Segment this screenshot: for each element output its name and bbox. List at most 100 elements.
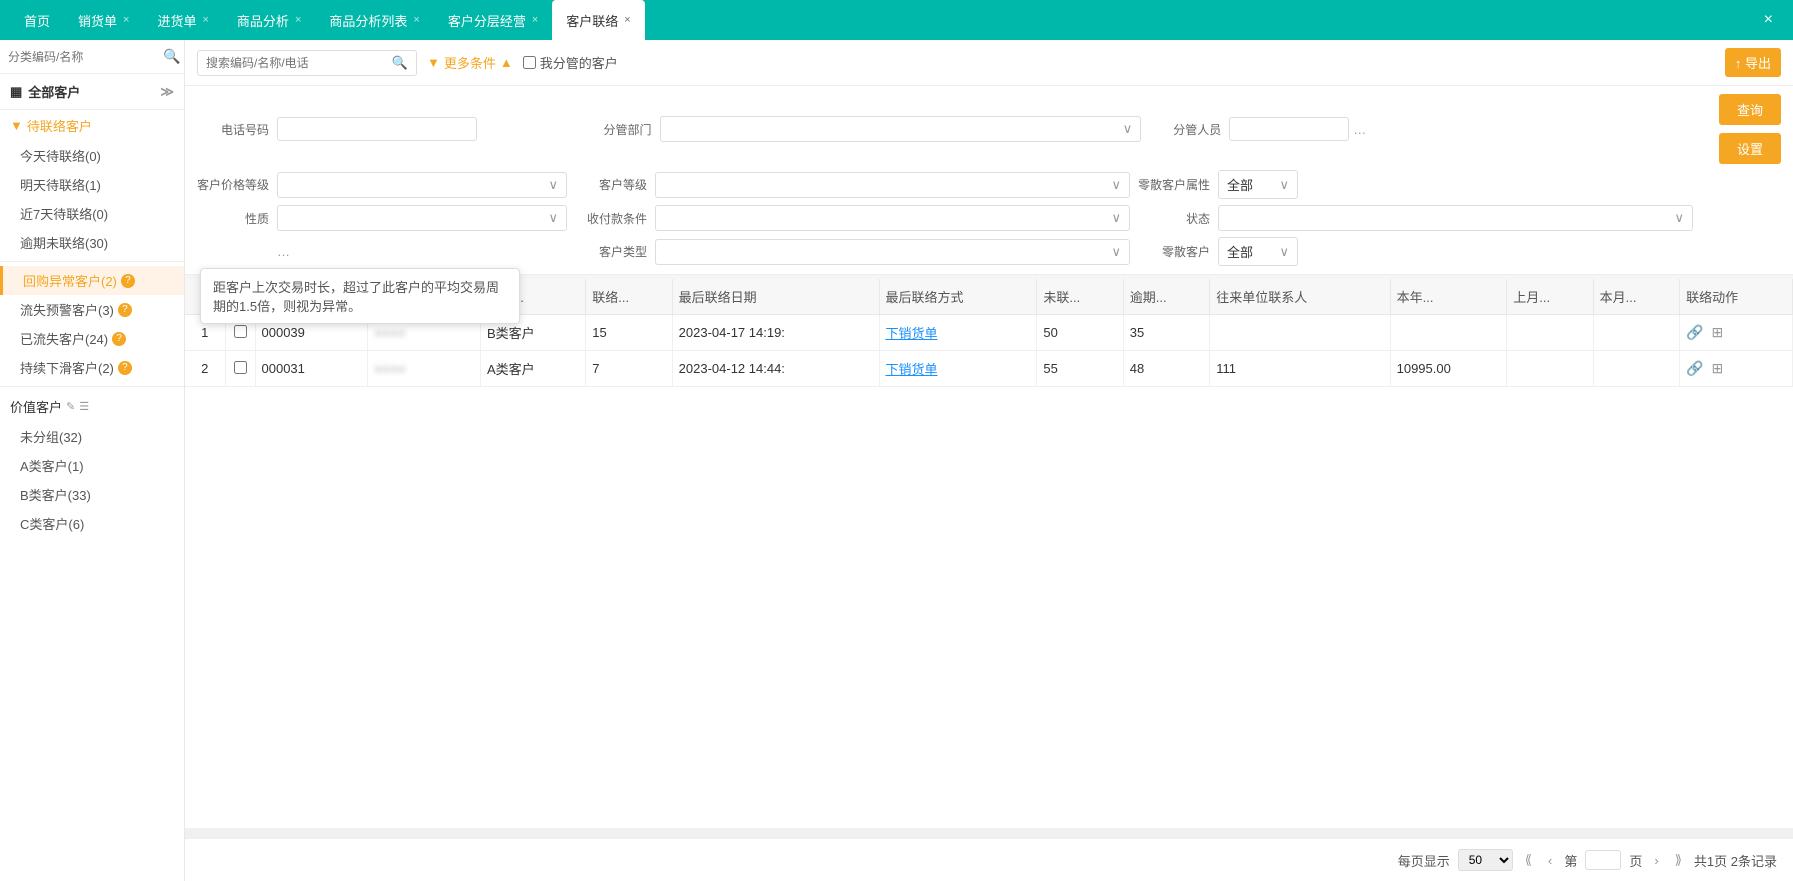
- col-header-last-month: 上月...: [1507, 279, 1593, 315]
- sidebar-item-ungrouped[interactable]: 未分组(32): [0, 422, 184, 451]
- dots-button[interactable]: …: [277, 244, 290, 259]
- tab-product-analysis[interactable]: 商品分析 ×: [223, 0, 315, 40]
- tab-customer-layered[interactable]: 客户分层经营 ×: [434, 0, 552, 40]
- pagination-footer: 每页显示 50 100 200 ⟪ ‹ 第 1 页 › ⟫ 共1页 2条记录: [185, 838, 1793, 881]
- sidebar-item-overdue-uncontacted[interactable]: 逾期未联络(30): [0, 228, 184, 257]
- prev-page-button[interactable]: ‹: [1544, 851, 1556, 870]
- col-header-last-method: 最后联络方式: [879, 279, 1037, 315]
- customer-type-select[interactable]: ∨: [655, 239, 1130, 265]
- sidebar-search-bar: 🔍: [0, 40, 184, 74]
- sidebar-item-churned[interactable]: 已流失客户(24) ?: [0, 324, 184, 353]
- last-page-button[interactable]: ⟫: [1671, 850, 1686, 870]
- row2-last-method[interactable]: 下销货单: [879, 351, 1037, 387]
- customer-grade-field: 客户等级 ∨: [575, 172, 1130, 198]
- dept-select[interactable]: ∨: [660, 116, 1142, 142]
- sidebar-item-a-class[interactable]: A类客户(1): [0, 451, 184, 480]
- page-size-select[interactable]: 50 100 200: [1458, 849, 1513, 871]
- row1-last-method[interactable]: 下销货单: [879, 315, 1037, 351]
- list-icon[interactable]: ☰: [79, 400, 89, 413]
- query-button[interactable]: 查询: [1719, 94, 1781, 125]
- grid-icon: ▦: [10, 84, 22, 100]
- row1-checkbox[interactable]: [234, 325, 247, 338]
- tab-home[interactable]: 首页: [10, 0, 64, 40]
- row2-uncontacted: 55: [1037, 351, 1123, 387]
- phone-input[interactable]: [277, 117, 477, 141]
- gender-select[interactable]: ∨: [277, 205, 567, 231]
- retail-customer-select[interactable]: 全部 ∨: [1218, 237, 1298, 266]
- tab-close-sales[interactable]: ×: [123, 14, 129, 26]
- person-dots-button[interactable]: …: [1353, 122, 1366, 137]
- data-table-wrapper: ⚙ 客户编码 客户名称 客户...: [185, 279, 1793, 828]
- tab-close-purchase[interactable]: ×: [202, 14, 208, 26]
- info-icon-repurchase[interactable]: ?: [121, 274, 135, 288]
- sidebar-pending-group[interactable]: ▼ 待联络客户: [0, 110, 184, 141]
- tab-purchase-order[interactable]: 进货单 ×: [143, 0, 222, 40]
- window-close-button[interactable]: ×: [1754, 11, 1783, 29]
- sidebar-item-b-class[interactable]: B类客户(33): [0, 480, 184, 509]
- search-input[interactable]: [206, 56, 386, 70]
- customer-grade-select[interactable]: ∨: [655, 172, 1130, 198]
- payment-select[interactable]: ∨: [655, 205, 1130, 231]
- gender-field: 性质 ∨: [197, 205, 567, 231]
- sidebar-item-today-pending[interactable]: 今天待联络(0): [0, 141, 184, 170]
- sidebar-value-group[interactable]: 价值客户 ✎ ☰: [0, 391, 184, 422]
- row2-overdue: 48: [1123, 351, 1209, 387]
- tab-close-product-analysis[interactable]: ×: [295, 14, 301, 26]
- set-button[interactable]: 设置: [1719, 133, 1781, 164]
- row2-idx: 2: [185, 351, 225, 387]
- person-input[interactable]: [1229, 117, 1349, 141]
- chevron-down-icon8: ∨: [1111, 244, 1121, 260]
- person-field: 分管人员 …: [1149, 117, 1711, 141]
- row1-link-icon[interactable]: 🔗: [1686, 324, 1703, 341]
- tab-close-product-list[interactable]: ×: [413, 14, 419, 26]
- row2-last-month: [1507, 351, 1593, 387]
- row2-category: A类客户: [481, 351, 586, 387]
- sidebar-item-churn-warning[interactable]: 流失预警客户(3) ?: [0, 295, 184, 324]
- col-header-uncontacted: 未联...: [1037, 279, 1123, 315]
- tab-product-analysis-list[interactable]: 商品分析列表 ×: [315, 0, 433, 40]
- filter-row-4: … 客户类型 ∨ 零散客户 全部 ∨: [197, 237, 1781, 266]
- row1-grid-icon[interactable]: ⊞: [1712, 324, 1724, 341]
- status-select[interactable]: ∨: [1218, 205, 1693, 231]
- my-customer-checkbox[interactable]: [523, 56, 536, 69]
- row2-grid-icon[interactable]: ⊞: [1712, 360, 1724, 377]
- sidebar-item-7day-pending[interactable]: 近7天待联络(0): [0, 199, 184, 228]
- more-conditions-button[interactable]: ▼ 更多条件 ▲: [427, 53, 513, 72]
- tab-close-customer-layered[interactable]: ×: [532, 14, 538, 26]
- search-icon[interactable]: 🔍: [392, 55, 408, 71]
- row2-checkbox[interactable]: [234, 361, 247, 374]
- my-customer-checkbox-label[interactable]: 我分管的客户: [523, 53, 618, 72]
- row2-link-icon[interactable]: 🔗: [1686, 360, 1703, 377]
- retail-attr-select[interactable]: 全部 ∨: [1218, 170, 1298, 199]
- tab-sales-order[interactable]: 销货单 ×: [64, 0, 143, 40]
- dots-field: …: [197, 244, 567, 259]
- horizontal-scrollbar[interactable]: [185, 828, 1793, 838]
- row2-year: 10995.00: [1390, 351, 1507, 387]
- top-navigation: 首页 销货单 × 进货单 × 商品分析 × 商品分析列表 × 客户分层经营 × …: [0, 0, 1793, 40]
- export-button[interactable]: ↑ 导出: [1725, 48, 1781, 77]
- row2-check[interactable]: [225, 351, 255, 387]
- next-page-button[interactable]: ›: [1650, 851, 1662, 870]
- sidebar-item-declining[interactable]: 持续下滑客户(2) ?: [0, 353, 184, 382]
- chevron-down-icon5: ∨: [548, 210, 558, 226]
- sidebar-search-input[interactable]: [8, 50, 163, 64]
- info-icon-churn[interactable]: ?: [118, 303, 132, 317]
- info-icon-churned[interactable]: ?: [112, 332, 126, 346]
- sidebar-search-icon[interactable]: 🔍: [163, 48, 180, 65]
- filter-row-3: 性质 ∨ 收付款条件 ∨ 状态 ∨: [197, 205, 1781, 231]
- price-grade-select[interactable]: ∨: [277, 172, 567, 198]
- tab-customer-contact[interactable]: 客户联络 ×: [552, 0, 644, 40]
- sidebar-item-repurchase-abnormal[interactable]: 回购异常客户(2) ?: [0, 266, 184, 295]
- info-icon-declining[interactable]: ?: [118, 361, 132, 375]
- tab-close-customer-contact[interactable]: ×: [624, 14, 630, 26]
- page-number-input[interactable]: 1: [1585, 850, 1621, 870]
- edit-icon[interactable]: ✎: [66, 400, 75, 413]
- sidebar-item-tomorrow-pending[interactable]: 明天待联络(1): [0, 170, 184, 199]
- sidebar-item-c-class[interactable]: C类客户(6): [0, 509, 184, 538]
- row1-unit-contact: [1210, 315, 1390, 351]
- first-page-button[interactable]: ⟪: [1521, 850, 1536, 870]
- dept-field: 分管部门 ∨: [580, 116, 1142, 142]
- sidebar-collapse-button[interactable]: ≫: [160, 84, 174, 100]
- table-row: 2 000031 ●●●● A类客户 7 2023-04-12 14:44: 下…: [185, 351, 1793, 387]
- tooltip-box: 距客户上次交易时长，超过了此客户的平均交易周期的1.5倍，则视为异常。: [200, 268, 520, 324]
